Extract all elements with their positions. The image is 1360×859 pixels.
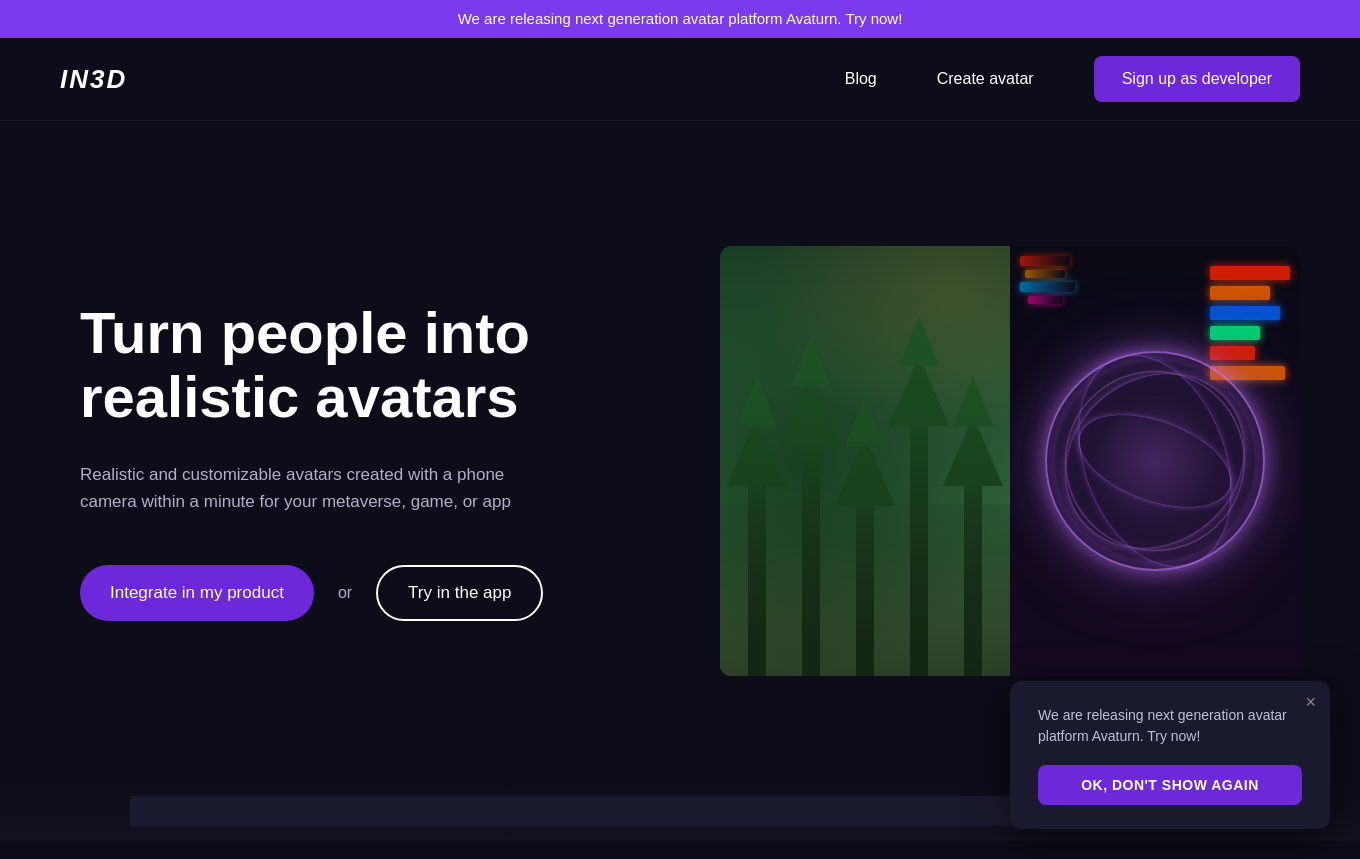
tree-5 (964, 476, 982, 676)
neon-sign-green (1210, 326, 1260, 340)
integrate-product-button[interactable]: Integrate in my product (80, 565, 314, 621)
orb-ring-1 (1066, 396, 1244, 526)
hero-image-left (720, 246, 1010, 676)
hero-image (720, 246, 1300, 676)
popup-ok-button[interactable]: OK, DON'T SHOW AGAIN (1038, 765, 1302, 805)
hero-buttons: Integrate in my product or Try in the ap… (80, 565, 629, 621)
tree-2 (802, 436, 820, 676)
try-app-button[interactable]: Try in the app (376, 565, 543, 621)
nav-blog[interactable]: Blog (845, 70, 877, 88)
nav-create-avatar[interactable]: Create avatar (937, 70, 1034, 88)
announcement-text: We are releasing next generation avatar … (458, 10, 903, 27)
logo[interactable]: IN3D (60, 64, 127, 95)
energy-orb (1055, 361, 1255, 561)
hero-content: Turn people into realistic avatars Reali… (80, 301, 629, 621)
tree-container (720, 246, 1010, 676)
navbar: IN3D Blog Create avatar Sign up as devel… (0, 38, 1360, 121)
hero-description: Realistic and customizable avatars creat… (80, 461, 560, 515)
neon-sign-red-2 (1210, 346, 1255, 360)
hero-title: Turn people into realistic avatars (80, 301, 629, 429)
popup-text: We are releasing next generation avatar … (1038, 705, 1302, 747)
tree-3 (856, 496, 874, 676)
popup-close-button[interactable]: × (1305, 693, 1316, 711)
tree-1 (748, 476, 766, 676)
ground-reflection (720, 504, 1010, 676)
popup-card: × We are releasing next generation avata… (1010, 681, 1330, 829)
city-background (1020, 256, 1240, 304)
or-separator: or (338, 584, 352, 602)
hero-image-right (1010, 246, 1300, 676)
tree-4 (910, 416, 928, 676)
signup-developer-button[interactable]: Sign up as developer (1094, 56, 1300, 102)
announcement-banner[interactable]: We are releasing next generation avatar … (0, 0, 1360, 38)
neon-sign-blue (1210, 306, 1280, 320)
popup-overlay: × We are releasing next generation avata… (1010, 681, 1330, 829)
nav-links: Blog Create avatar Sign up as developer (845, 56, 1300, 102)
